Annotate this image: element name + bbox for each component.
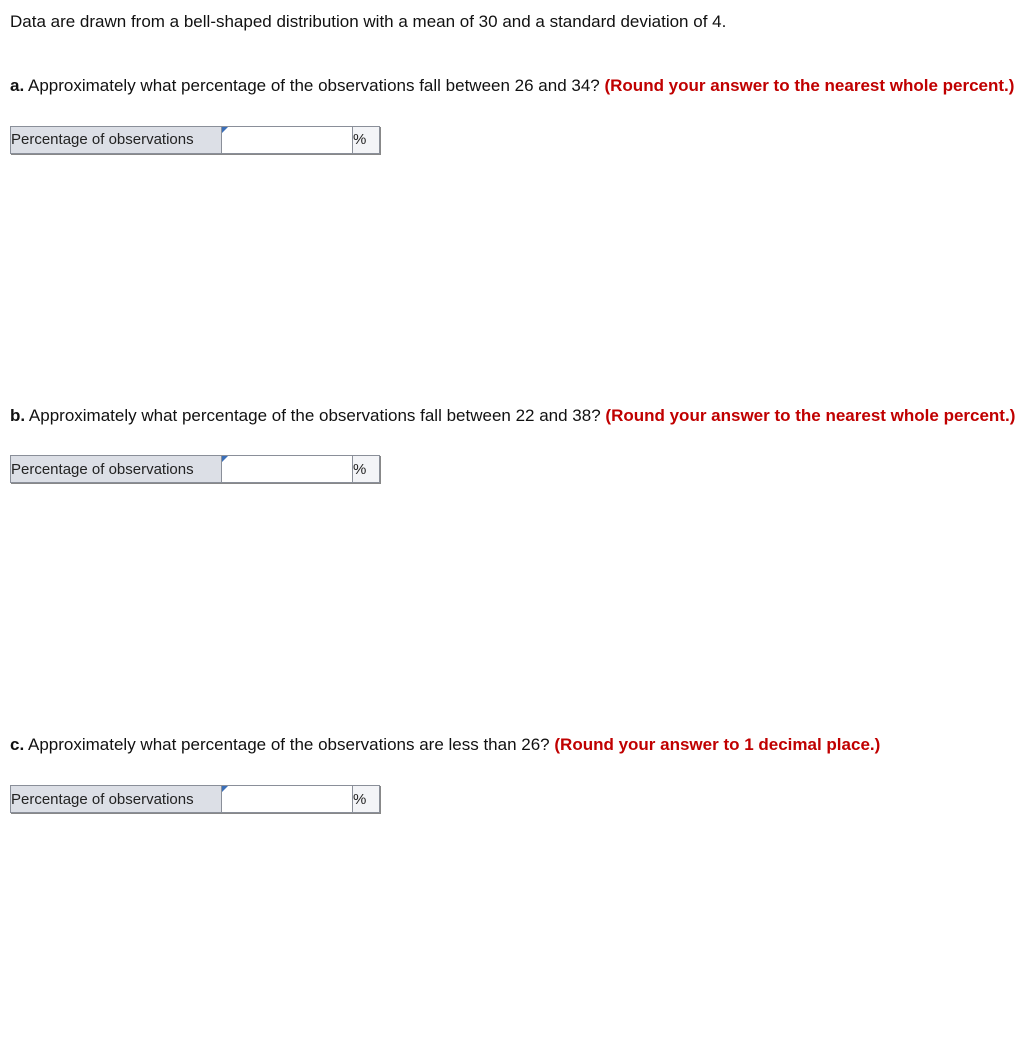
part-b-input-cell (222, 456, 353, 483)
spacer (10, 184, 1019, 404)
part-c-row-label: Percentage of observations (11, 786, 222, 813)
part-b-input[interactable] (222, 456, 352, 482)
part-c: c. Approximately what percentage of the … (10, 733, 1019, 813)
part-b-hint: (Round your answer to the nearest whole … (605, 406, 1015, 425)
part-a-row-label: Percentage of observations (11, 126, 222, 153)
part-c-unit: % (353, 786, 380, 813)
part-a-unit: % (353, 126, 380, 153)
table-row: Percentage of observations % (11, 786, 380, 813)
part-a-input[interactable] (222, 127, 352, 153)
part-a-label: a. (10, 76, 24, 95)
part-b-label: b. (10, 406, 25, 425)
part-c-prompt: c. Approximately what percentage of the … (10, 733, 1019, 757)
part-b: b. Approximately what percentage of the … (10, 404, 1019, 484)
part-b-row-label: Percentage of observations (11, 456, 222, 483)
part-a-question: Approximately what percentage of the obs… (28, 76, 600, 95)
part-a-hint: (Round your answer to the nearest whole … (604, 76, 1014, 95)
part-a-input-cell (222, 126, 353, 153)
part-b-question: Approximately what percentage of the obs… (29, 406, 601, 425)
table-row: Percentage of observations % (11, 126, 380, 153)
part-c-hint: (Round your answer to 1 decimal place.) (554, 735, 880, 754)
part-b-prompt: b. Approximately what percentage of the … (10, 404, 1019, 428)
part-a: a. Approximately what percentage of the … (10, 74, 1019, 154)
part-b-unit: % (353, 456, 380, 483)
intro-text: Data are drawn from a bell-shaped distri… (10, 10, 1019, 34)
part-c-question: Approximately what percentage of the obs… (28, 735, 550, 754)
part-a-answer-table: Percentage of observations % (10, 126, 380, 154)
spacer (10, 513, 1019, 733)
part-c-answer-table: Percentage of observations % (10, 785, 380, 813)
table-row: Percentage of observations % (11, 456, 380, 483)
part-a-prompt: a. Approximately what percentage of the … (10, 74, 1019, 98)
part-b-answer-table: Percentage of observations % (10, 455, 380, 483)
part-c-input-cell (222, 786, 353, 813)
part-c-input[interactable] (222, 786, 352, 812)
part-c-label: c. (10, 735, 24, 754)
